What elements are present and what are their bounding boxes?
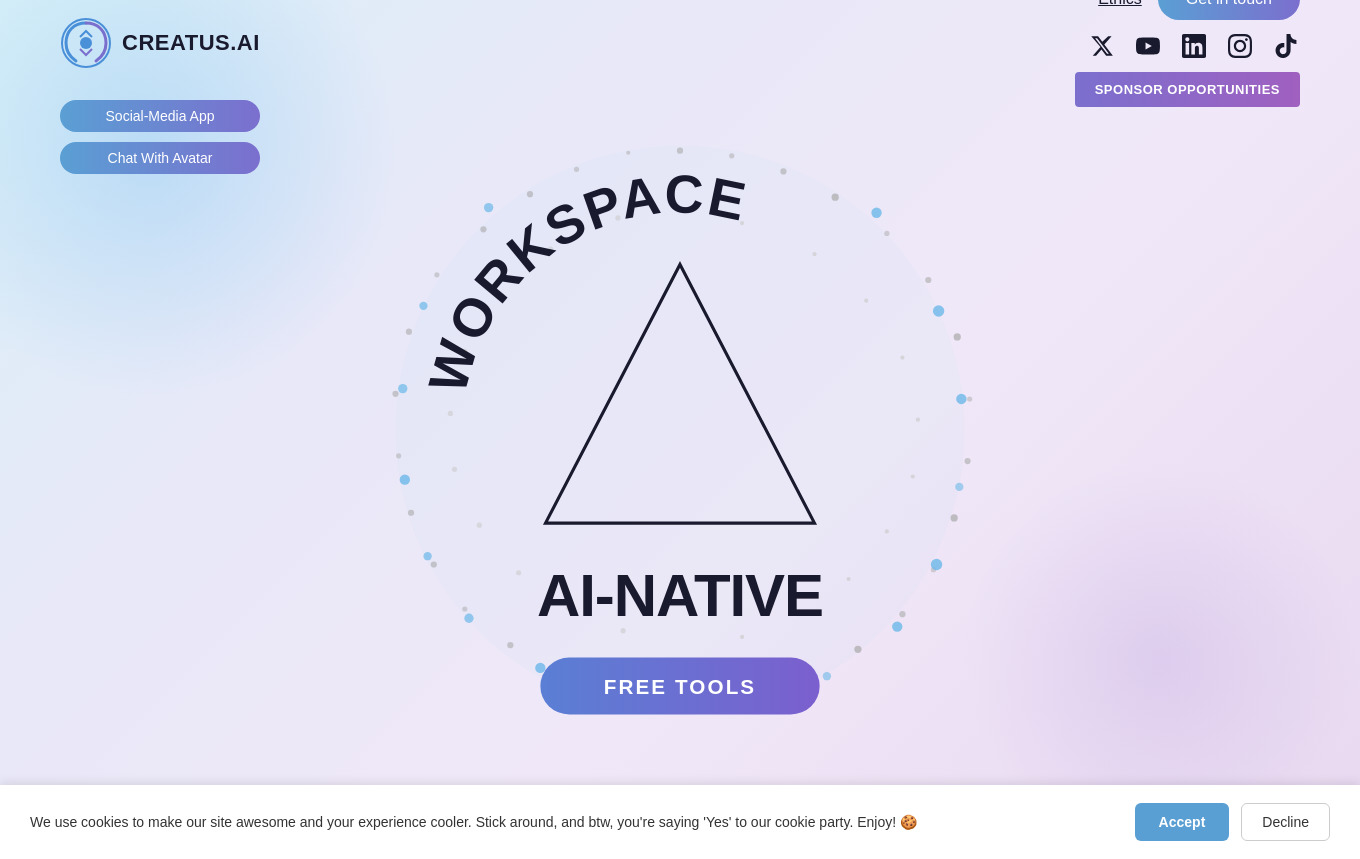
svg-point-17 — [392, 390, 398, 396]
svg-point-15 — [406, 328, 412, 334]
ethics-link[interactable]: Ethics — [1098, 0, 1142, 8]
svg-point-41 — [931, 558, 942, 569]
top-right-nav: Ethics Get in touch — [1098, 0, 1300, 20]
svg-point-61 — [847, 576, 851, 580]
svg-point-62 — [516, 570, 521, 575]
svg-point-65 — [740, 634, 744, 638]
svg-point-37 — [956, 393, 966, 403]
sponsor-button[interactable]: SPONSOR OPPORTUNITIES — [1075, 72, 1300, 107]
svg-point-36 — [419, 301, 427, 309]
svg-point-58 — [452, 466, 457, 471]
svg-point-46 — [535, 662, 545, 672]
right-nav: Ethics Get in touch — [1075, 0, 1300, 107]
svg-point-26 — [854, 645, 861, 652]
get-in-touch-button[interactable]: Get in touch — [1158, 0, 1300, 20]
svg-point-40 — [400, 474, 410, 484]
logo-icon — [60, 17, 112, 69]
svg-point-59 — [885, 529, 889, 533]
svg-point-1 — [80, 37, 92, 49]
svg-point-57 — [911, 474, 915, 478]
svg-point-8 — [832, 193, 839, 200]
svg-point-9 — [527, 191, 533, 197]
svg-point-33 — [871, 207, 881, 217]
decline-button[interactable]: Decline — [1241, 803, 1330, 841]
svg-point-44 — [464, 613, 473, 622]
svg-point-21 — [408, 509, 414, 515]
svg-point-38 — [398, 383, 407, 392]
svg-point-42 — [423, 552, 431, 560]
youtube-icon[interactable] — [1134, 32, 1162, 60]
svg-point-18 — [964, 457, 970, 463]
svg-point-19 — [396, 453, 401, 458]
svg-point-60 — [477, 522, 482, 527]
svg-point-55 — [916, 417, 920, 421]
svg-point-56 — [448, 410, 453, 415]
svg-point-25 — [462, 606, 467, 611]
svg-point-24 — [899, 611, 905, 617]
svg-point-27 — [507, 642, 513, 648]
workspace-graphic: WORKSPACE AI-NATIVE FREE TOOLS — [380, 130, 980, 730]
left-sidebar: Social-Media App Chat With Avatar — [60, 100, 260, 174]
workspace-svg: WORKSPACE AI-NATIVE FREE TOOLS — [380, 130, 980, 730]
svg-point-6 — [780, 168, 786, 174]
svg-point-13 — [434, 272, 439, 277]
cookie-buttons: Accept Decline — [1135, 803, 1330, 841]
svg-point-51 — [864, 298, 868, 302]
svg-point-49 — [812, 252, 816, 256]
svg-point-53 — [900, 355, 904, 359]
svg-text:FREE TOOLS: FREE TOOLS — [604, 674, 756, 697]
svg-point-45 — [823, 672, 831, 680]
svg-point-34 — [484, 202, 493, 211]
svg-point-20 — [951, 514, 958, 521]
svg-point-10 — [884, 230, 889, 235]
svg-point-4 — [729, 153, 734, 158]
svg-point-11 — [480, 226, 486, 232]
svg-point-16 — [967, 396, 972, 401]
svg-point-35 — [933, 305, 944, 316]
twitter-icon[interactable] — [1088, 32, 1116, 60]
svg-point-39 — [955, 482, 963, 490]
cookie-message: We use cookies to make our site awesome … — [30, 814, 1115, 830]
svg-point-23 — [431, 561, 437, 567]
instagram-icon[interactable] — [1226, 32, 1254, 60]
main-content: WORKSPACE AI-NATIVE FREE TOOLS — [380, 130, 980, 730]
svg-text:AI-NATIVE: AI-NATIVE — [537, 562, 823, 629]
logo-text: CREATUS.AI — [122, 30, 260, 56]
svg-point-12 — [925, 276, 931, 282]
svg-point-3 — [677, 147, 683, 153]
svg-point-5 — [626, 150, 630, 154]
header: CREATUS.AI Ethics Get in touch — [0, 0, 1360, 85]
tiktok-icon[interactable] — [1272, 32, 1300, 60]
social-icons-bar — [1088, 32, 1300, 60]
accept-button[interactable]: Accept — [1135, 803, 1230, 841]
linkedin-icon[interactable] — [1180, 32, 1208, 60]
chat-with-avatar-button[interactable]: Chat With Avatar — [60, 142, 260, 174]
cookie-banner: We use cookies to make our site awesome … — [0, 785, 1360, 859]
social-media-app-button[interactable]: Social-Media App — [60, 100, 260, 132]
svg-point-7 — [574, 166, 579, 171]
svg-point-43 — [892, 621, 902, 631]
logo-area[interactable]: CREATUS.AI — [60, 17, 260, 69]
svg-point-14 — [954, 333, 961, 340]
